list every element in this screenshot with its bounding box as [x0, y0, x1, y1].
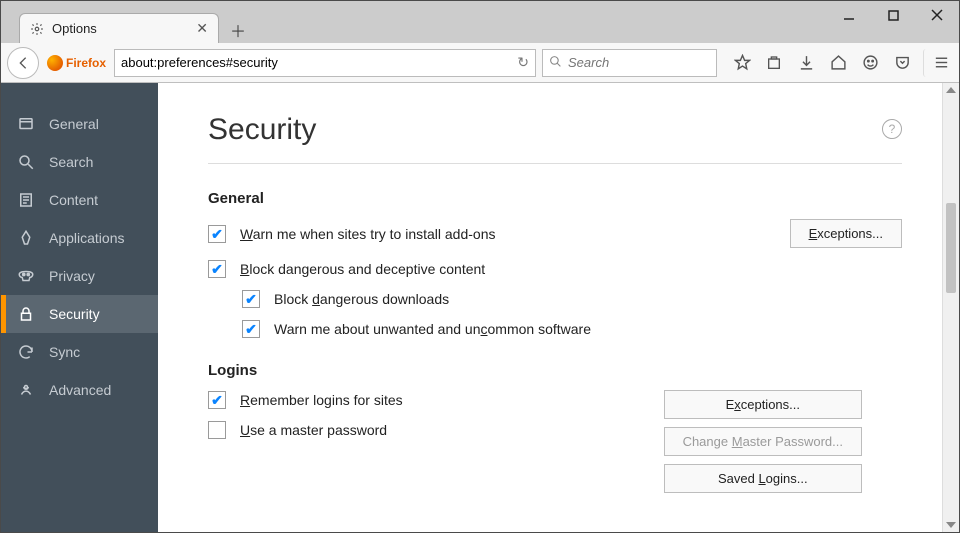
general-icon [17, 115, 35, 133]
privacy-icon [17, 267, 35, 285]
firefox-logo-icon [47, 55, 63, 71]
label-warn-addons: Warn me when sites try to install add-on… [240, 226, 495, 242]
checkbox-warn-uncommon[interactable] [242, 320, 260, 338]
sidebar-item-security[interactable]: Security [1, 295, 158, 333]
sidebar-item-content[interactable]: Content [1, 181, 158, 219]
help-icon[interactable]: ? [882, 119, 902, 139]
hello-button[interactable] [855, 49, 885, 77]
hamburger-menu-button[interactable] [923, 49, 953, 77]
search-input[interactable] [568, 55, 746, 70]
sidebar-item-label: Search [49, 154, 93, 170]
sidebar-item-label: Security [49, 306, 100, 322]
home-button[interactable] [823, 49, 853, 77]
section-logins: Logins Remember logins for sites Use a m… [208, 362, 902, 439]
sync-icon [17, 343, 35, 361]
content-area: General Search Content Applications Priv… [1, 83, 959, 532]
content-icon [17, 191, 35, 209]
title-separator [208, 163, 902, 164]
saved-logins-button[interactable]: Saved Logins... [664, 464, 862, 493]
preferences-sidebar: General Search Content Applications Priv… [1, 83, 158, 532]
sidebar-item-label: Privacy [49, 268, 95, 284]
tab-close-icon[interactable]: ✕ [196, 20, 208, 37]
label-use-master-password: Use a master password [240, 422, 387, 438]
gear-icon [30, 22, 44, 36]
scrollbar-thumb[interactable] [946, 203, 956, 293]
url-bar[interactable]: ↻ [114, 49, 536, 77]
sidebar-item-sync[interactable]: Sync [1, 333, 158, 371]
titlebar: Options ✕ ＋ [1, 1, 959, 43]
row-warn-uncommon: Warn me about unwanted and uncommon soft… [208, 320, 902, 338]
window-maximize-button[interactable] [871, 1, 915, 29]
sidebar-item-applications[interactable]: Applications [1, 219, 158, 257]
logins-button-stack: Exceptions... Change Master Password... … [664, 390, 862, 493]
label-remember-logins: Remember logins for sites [240, 392, 403, 408]
sidebar-item-label: Sync [49, 344, 80, 360]
sidebar-item-general[interactable]: General [1, 105, 158, 143]
change-master-password-button[interactable]: Change Master Password... [664, 427, 862, 456]
toolbar-icons [727, 49, 953, 77]
label-warn-uncommon: Warn me about unwanted and uncommon soft… [274, 321, 591, 337]
exceptions-button-logins[interactable]: Exceptions... [664, 390, 862, 419]
bookmark-star-button[interactable] [727, 49, 757, 77]
exceptions-button-addons[interactable]: Exceptions... [790, 219, 902, 248]
library-button[interactable] [759, 49, 789, 77]
label-block-downloads: Block dangerous downloads [274, 291, 449, 307]
label-block-dangerous: Block dangerous and deceptive content [240, 261, 485, 277]
section-title-logins: Logins [208, 362, 902, 379]
tab-title: Options [52, 21, 97, 36]
vertical-scrollbar[interactable] [942, 83, 959, 532]
section-general: General Warn me when sites try to instal… [208, 190, 902, 338]
site-identity-block[interactable]: Firefox [47, 55, 106, 71]
lock-icon [17, 305, 35, 323]
page-title: Security [208, 113, 902, 147]
window-close-button[interactable] [915, 1, 959, 29]
search-icon [17, 153, 35, 171]
pocket-button[interactable] [887, 49, 917, 77]
tab-options[interactable]: Options ✕ [19, 13, 219, 43]
applications-icon [17, 229, 35, 247]
window-controls [827, 1, 959, 29]
preferences-main-panel: Security ? General Warn me when sites tr… [158, 83, 942, 532]
sidebar-item-search[interactable]: Search [1, 143, 158, 181]
section-title-general: General [208, 190, 902, 207]
tab-strip: Options ✕ ＋ [19, 13, 253, 43]
checkbox-block-dangerous[interactable] [208, 260, 226, 278]
downloads-button[interactable] [791, 49, 821, 77]
sidebar-item-label: General [49, 116, 99, 132]
browser-window: Options ✕ ＋ Firefox ↻ [0, 0, 960, 533]
url-input[interactable] [121, 55, 511, 70]
row-block-dangerous: Block dangerous and deceptive content [208, 260, 902, 278]
advanced-icon [17, 381, 35, 399]
row-warn-addons: Warn me when sites try to install add-on… [208, 219, 902, 248]
checkbox-block-downloads[interactable] [242, 290, 260, 308]
sidebar-item-label: Advanced [49, 382, 111, 398]
sidebar-item-privacy[interactable]: Privacy [1, 257, 158, 295]
row-block-downloads: Block dangerous downloads [208, 290, 902, 308]
window-minimize-button[interactable] [827, 1, 871, 29]
checkbox-use-master-password[interactable] [208, 421, 226, 439]
sidebar-item-advanced[interactable]: Advanced [1, 371, 158, 409]
navigation-toolbar: Firefox ↻ [1, 43, 959, 83]
back-button[interactable] [7, 47, 39, 79]
sidebar-item-label: Applications [49, 230, 125, 246]
reload-icon[interactable]: ↻ [511, 54, 529, 71]
search-bar[interactable] [542, 49, 717, 77]
new-tab-button[interactable]: ＋ [223, 17, 253, 43]
checkbox-remember-logins[interactable] [208, 391, 226, 409]
identity-label: Firefox [66, 56, 106, 70]
sidebar-item-label: Content [49, 192, 98, 208]
search-icon [549, 55, 562, 71]
checkbox-warn-addons[interactable] [208, 225, 226, 243]
